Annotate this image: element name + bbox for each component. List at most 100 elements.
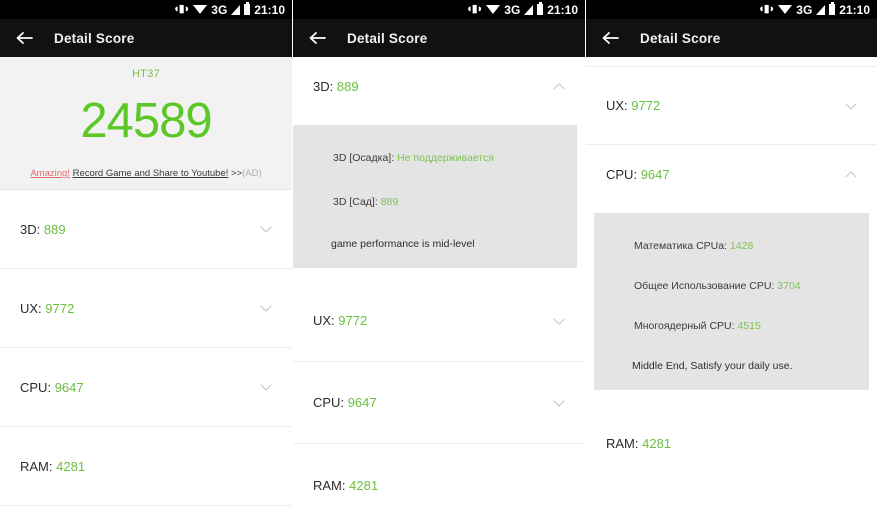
detail-row-3d-osadka: 3D [Осадка]: Не поддерживается [293,143,577,173]
chevron-down-icon[interactable] [844,99,858,113]
score-row-cpu-key: CPU: [606,167,638,182]
battery-icon [537,2,544,15]
score-row-3d[interactable]: 3D: 889 [293,57,585,116]
back-arrow-icon[interactable] [307,28,327,48]
score-row-3d-key: 3D: [20,221,41,237]
score-row-ux-value: 9772 [45,300,75,316]
detail-row-3d-osadka-value: Не поддерживается [397,152,494,164]
score-row-cpu-value: 9647 [347,395,377,410]
score-row-ram-key: RAM: [20,458,53,474]
score-row-cpu-label: CPU: 9647 [20,380,84,395]
score-row-cpu[interactable]: CPU: 9647 [293,362,585,444]
score-row-cpu-value: 9647 [54,379,84,395]
score-row-cpu[interactable]: CPU: 9647 [0,348,292,427]
detail-row-cpu-common-value: 3704 [777,280,801,292]
detail-row-cpu-common-key: Общее Использование CPU: [634,280,775,292]
detail-gap [586,204,877,213]
app-bar: Detail Score [293,19,585,57]
score-row-ux-value: 9772 [631,98,661,113]
chevron-down-icon[interactable] [259,301,273,315]
list-top-gap [586,57,877,67]
detail-row-cpu-math-key: Математика CPUa: [634,240,728,252]
detail-row-3d-osadka-key: 3D [Осадка]: [333,152,395,164]
score-row-ram-label: RAM: 4281 [20,459,85,474]
detail-row-3d-sad-value: 889 [380,196,399,208]
detail-panel-3d: 3D [Осадка]: Не поддерживается 3D [Сад]:… [293,125,577,268]
score-row-ram-value: 4281 [642,435,672,451]
battery-icon [829,2,836,15]
score-row-ram-key: RAM: [313,477,346,493]
score-row-ux-key: UX: [606,98,628,113]
detail-row-cpu-multicore-value: 4515 [737,320,761,332]
network-type-label: 3G [211,2,228,17]
chevron-up-icon[interactable] [552,80,566,94]
status-bar: ◖▮◗ 3G 21:10 [586,0,877,19]
score-row-ram-value: 4281 [349,477,379,493]
score-row-ux-key: UX: [20,300,42,316]
score-row-3d-key: 3D: [313,79,334,94]
screen-cpu-expanded: ◖▮◗ 3G 21:10 Detail Score UX: 9772 CPU: … [585,0,877,514]
score-row-ram-label: RAM: 4281 [606,436,671,451]
signal-bars-icon [524,4,534,15]
score-row-ram[interactable]: RAM: 4281 [586,402,877,484]
back-arrow-icon[interactable] [600,28,620,48]
score-row-3d-label: 3D: 889 [20,222,66,237]
network-type-label: 3G [796,2,813,17]
score-row-ux-key: UX: [313,313,335,328]
detail-note-cpu: Middle End, Satisfy your daily use. [632,360,793,372]
detail-row-cpu-math-value: 1428 [729,240,754,252]
score-row-ux-label: UX: 9772 [20,301,74,316]
score-row-cpu-key: CPU: [313,395,345,410]
score-row-ux-label: UX: 9772 [313,313,367,328]
clock-label: 21:10 [254,2,285,17]
chevron-up-icon[interactable] [844,168,858,182]
signal-bars-icon [816,4,826,15]
score-row-3d-value: 889 [336,79,359,94]
score-row-cpu-key: CPU: [20,379,52,395]
score-row-3d[interactable]: 3D: 889 [0,190,292,269]
score-row-ram-key: RAM: [606,435,639,451]
ad-arrows-label[interactable]: >> [231,168,242,179]
ad-banner[interactable]: Amazing! Record Game and Share to Youtub… [0,168,292,179]
detail-panel-cpu: Математика CPUa: 1428 Общее Использовани… [594,213,869,390]
total-score-panel: HT37 24589 Amazing! Record Game and Shar… [0,57,292,190]
signal-bars-icon [231,4,241,15]
score-row-ram-value: 4281 [56,458,86,474]
score-row-ux[interactable]: UX: 9772 [293,280,585,362]
score-row-ux-label: UX: 9772 [606,98,660,113]
vibrate-icon: ◖▮◗ [465,3,483,15]
score-row-cpu-label: CPU: 9647 [313,395,377,410]
device-model-label: HT37 [131,68,161,80]
wifi-icon [486,5,501,14]
score-row-ram[interactable]: RAM: 4281 [293,444,585,514]
wifi-icon [193,5,208,14]
chevron-down-icon[interactable] [552,396,566,410]
score-row-ram-label: RAM: 4281 [313,478,378,493]
detail-gap-bottom [293,268,585,280]
detail-row-3d-sad-key: 3D [Сад]: [333,196,378,208]
chevron-down-icon[interactable] [259,222,273,236]
score-row-ux[interactable]: UX: 9772 [0,269,292,348]
chevron-down-icon[interactable] [259,380,273,394]
page-title: Detail Score [640,30,721,46]
total-score-value: 24589 [80,94,212,148]
back-arrow-icon[interactable] [14,28,34,48]
detail-row-cpu-multicore: Многоядерный CPU: 4515 [594,311,869,341]
score-row-ux[interactable]: UX: 9772 [586,67,877,145]
ad-text-label[interactable]: Record Game and Share to Youtube! [73,168,229,179]
detail-gap-bottom [586,390,877,402]
score-row-cpu-label: CPU: 9647 [606,167,670,182]
wifi-icon [778,5,793,14]
ad-amazing-label[interactable]: Amazing! [30,168,70,179]
vibrate-icon: ◖▮◗ [172,3,190,15]
chevron-down-icon[interactable] [552,314,566,328]
score-row-ram[interactable]: RAM: 4281 [0,427,292,506]
score-row-3d-label: 3D: 889 [313,79,359,94]
screen-3d-expanded: ◖▮◗ 3G 21:10 Detail Score 3D: 889 3D [Ос… [292,0,585,514]
app-bar: Detail Score [0,19,292,57]
screenshot-triptych: ◖▮◗ 3G 21:10 Detail Score HT37 24589 Ama… [0,0,877,514]
score-row-cpu[interactable]: CPU: 9647 [586,145,877,204]
status-bar: ◖▮◗ 3G 21:10 [293,0,585,19]
app-bar: Detail Score [586,19,877,57]
detail-row-cpu-common: Общее Использование CPU: 3704 [594,271,869,301]
